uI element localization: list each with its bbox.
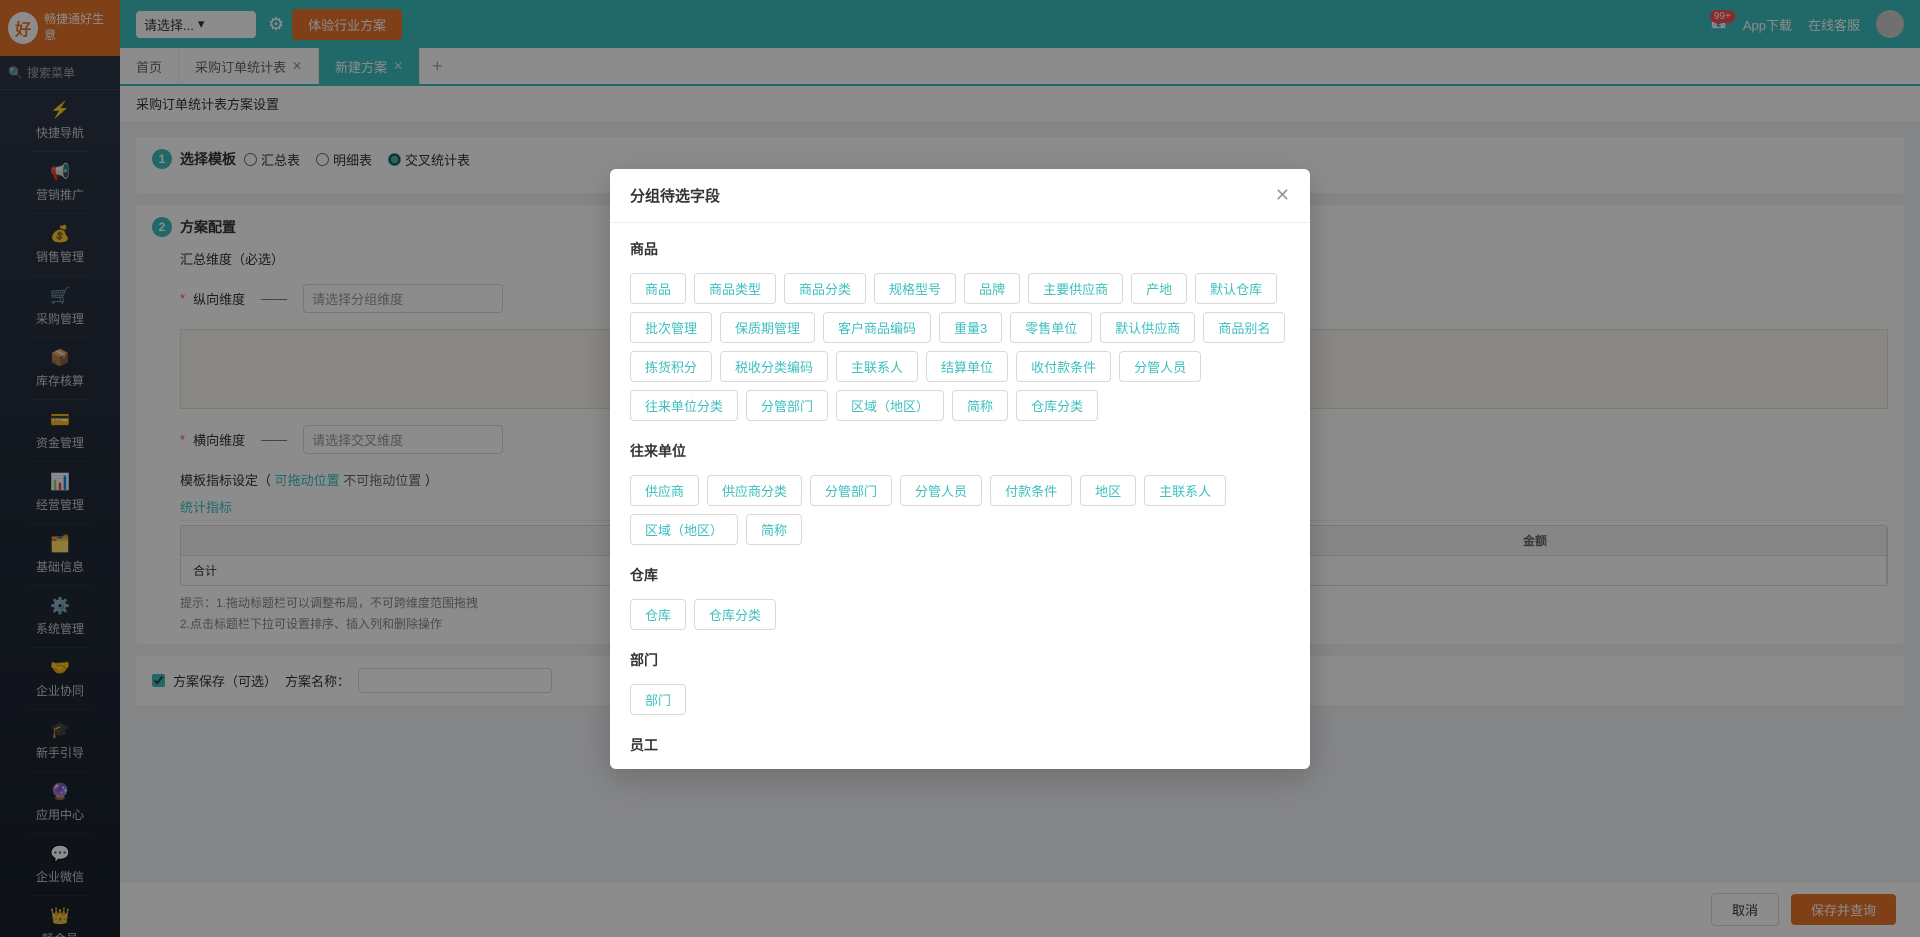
field-tag[interactable]: 商品别名 — [1203, 312, 1285, 343]
field-group-department: 部门部门 — [630, 650, 1290, 715]
field-tag[interactable]: 仓库分类 — [694, 599, 776, 630]
field-tags-product: 商品商品类型商品分类规格型号品牌主要供应商产地默认仓库批次管理保质期管理客户商品… — [630, 273, 1290, 421]
field-tags-counterparty: 供应商供应商分类分管部门分管人员付款条件地区主联系人区域（地区） 简称 — [630, 475, 1290, 545]
field-tag[interactable]: 重量3 — [939, 312, 1002, 343]
field-group-title-employee: 员工 — [630, 735, 1290, 759]
field-group-title-product: 商品 — [630, 239, 1290, 263]
modal-body: 商品商品商品类型商品分类规格型号品牌主要供应商产地默认仓库批次管理保质期管理客户… — [610, 223, 1310, 769]
modal-title: 分组待选字段 — [630, 185, 720, 206]
field-tag[interactable]: 分管部门 — [746, 390, 828, 421]
field-group-title-department: 部门 — [630, 650, 1290, 674]
field-tag[interactable]: 商品类型 — [694, 273, 776, 304]
field-tag[interactable]: 商品分类 — [784, 273, 866, 304]
field-select-modal: 分组待选字段 ✕ 商品商品商品类型商品分类规格型号品牌主要供应商产地默认仓库批次… — [610, 169, 1310, 769]
field-tag[interactable]: 往来单位分类 — [630, 390, 738, 421]
field-tag[interactable]: 规格型号 — [874, 273, 956, 304]
field-tag[interactable]: 区域（地区） — [836, 390, 944, 421]
field-group-warehouse: 仓库仓库仓库分类 — [630, 565, 1290, 630]
field-tag[interactable]: 分管人员 — [900, 475, 982, 506]
field-tag[interactable]: 地区 — [1080, 475, 1136, 506]
modal-overlay: 分组待选字段 ✕ 商品商品商品类型商品分类规格型号品牌主要供应商产地默认仓库批次… — [0, 0, 1920, 937]
field-tag[interactable]: 主要供应商 — [1028, 273, 1123, 304]
field-tag[interactable]: 分管部门 — [810, 475, 892, 506]
field-tag[interactable]: 保质期管理 — [720, 312, 815, 343]
field-tag[interactable]: 产地 — [1131, 273, 1187, 304]
field-tag[interactable]: 结算单位 — [926, 351, 1008, 382]
field-group-title-counterparty: 往来单位 — [630, 441, 1290, 465]
field-tag[interactable]: 简称 — [746, 514, 802, 545]
field-tag[interactable]: 供应商分类 — [707, 475, 802, 506]
field-tag[interactable]: 拣货积分 — [630, 351, 712, 382]
field-tag[interactable]: 主联系人 — [1144, 475, 1226, 506]
field-tag[interactable]: 默认仓库 — [1195, 273, 1277, 304]
field-tag[interactable]: 区域（地区） — [630, 514, 738, 545]
field-tag[interactable]: 税收分类编码 — [720, 351, 828, 382]
modal-close-icon[interactable]: ✕ — [1275, 185, 1290, 206]
field-tags-warehouse: 仓库仓库分类 — [630, 599, 1290, 630]
field-tag[interactable]: 仓库分类 — [1016, 390, 1098, 421]
field-group-title-warehouse: 仓库 — [630, 565, 1290, 589]
field-tags-department: 部门 — [630, 684, 1290, 715]
field-tag[interactable]: 分管人员 — [1119, 351, 1201, 382]
field-tag[interactable]: 零售单位 — [1010, 312, 1092, 343]
field-tag[interactable]: 仓库 — [630, 599, 686, 630]
modal-header: 分组待选字段 ✕ — [610, 169, 1310, 223]
field-tag[interactable]: 简称 — [952, 390, 1008, 421]
field-tag[interactable]: 主联系人 — [836, 351, 918, 382]
field-tag[interactable]: 默认供应商 — [1100, 312, 1195, 343]
field-tag[interactable]: 部门 — [630, 684, 686, 715]
field-group-counterparty: 往来单位供应商供应商分类分管部门分管人员付款条件地区主联系人区域（地区） 简称 — [630, 441, 1290, 545]
field-tag[interactable]: 付款条件 — [990, 475, 1072, 506]
field-tag[interactable]: 品牌 — [964, 273, 1020, 304]
field-tag[interactable]: 客户商品编码 — [823, 312, 931, 343]
field-tag[interactable]: 供应商 — [630, 475, 699, 506]
field-tag[interactable]: 商品 — [630, 273, 686, 304]
field-group-employee: 员工业务员 — [630, 735, 1290, 769]
field-tag[interactable]: 批次管理 — [630, 312, 712, 343]
field-group-product: 商品商品商品类型商品分类规格型号品牌主要供应商产地默认仓库批次管理保质期管理客户… — [630, 239, 1290, 421]
field-tag[interactable]: 收付款条件 — [1016, 351, 1111, 382]
